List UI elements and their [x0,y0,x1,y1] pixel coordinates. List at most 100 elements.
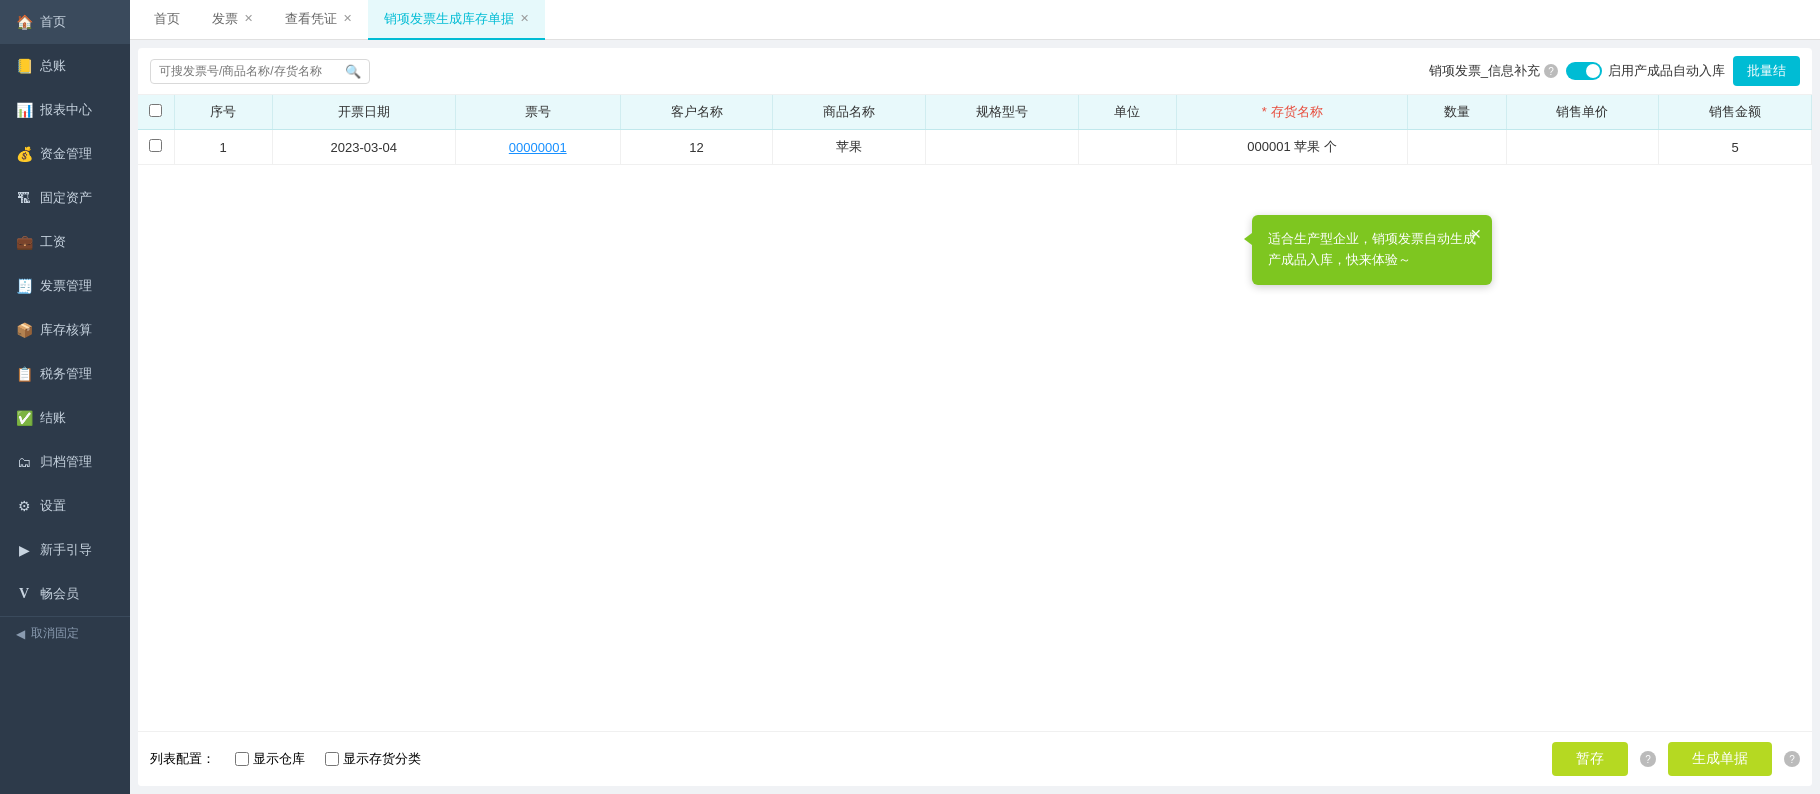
tab-return-invoice-close[interactable]: ✕ [520,12,529,25]
content-area: 🔍 销项发票_信息补充 ? 启用产成品自动入库 批量结 [138,48,1812,786]
th-number: 票号 [455,95,620,130]
tab-invoice[interactable]: 发票 ✕ [196,0,269,40]
generate-help-icon[interactable]: ? [1784,751,1800,767]
tab-invoice-label: 发票 [212,10,238,28]
table-header-row: 序号 开票日期 票号 客户名称 商品名称 规格型号 单位 * 存货名称 数量 销… [138,95,1812,130]
labor-icon: 💼 [16,234,32,250]
sidebar-item-invoice-management[interactable]: 🧾 发票管理 [0,264,130,308]
sidebar-item-inventory[interactable]: 📦 库存核算 [0,308,130,352]
assets-icon: 🏗 [16,190,32,206]
pin-bar[interactable]: ◀ 取消固定 [0,616,130,650]
tooltip-close-button[interactable]: ✕ [1470,223,1482,245]
th-customer: 客户名称 [620,95,773,130]
save-help-icon[interactable]: ? [1640,751,1656,767]
th-amount: 销售金额 [1659,95,1812,130]
settlement-icon: ✅ [16,410,32,426]
ledger-icon: 📒 [16,58,32,74]
tab-voucher[interactable]: 查看凭证 ✕ [269,0,368,40]
pin-icon: ◀ [16,627,25,641]
td-spec [926,130,1079,165]
th-spec: 规格型号 [926,95,1079,130]
sidebar: 🏠 首页 📒 总账 📊 报表中心 💰 资金管理 🏗 固定资产 💼 工资 🧾 发票… [0,0,130,794]
sidebar-item-report-center[interactable]: 📊 报表中心 [0,88,130,132]
sidebar-item-tax-management[interactable]: 📋 税务管理 [0,352,130,396]
sidebar-item-fixed-assets[interactable]: 🏗 固定资产 [0,176,130,220]
td-checkbox [138,130,174,165]
td-product: 苹果 [773,130,926,165]
row-checkbox[interactable] [149,139,162,152]
show-category-label: 显示存货分类 [343,750,421,768]
tab-voucher-close[interactable]: ✕ [343,12,352,25]
tab-home[interactable]: 首页 [138,0,196,40]
archive-icon: 🗂 [16,454,32,470]
auto-warehouse-toggle[interactable] [1566,62,1602,80]
tab-bar: 首页 发票 ✕ 查看凭证 ✕ 销项发票生成库存单据 ✕ [130,0,1820,40]
show-category-checkbox[interactable] [325,752,339,766]
sidebar-item-settlement[interactable]: ✅ 结账 [0,396,130,440]
generate-button[interactable]: 生成单据 [1668,742,1772,776]
search-input[interactable] [159,64,345,78]
show-warehouse-checkbox[interactable] [235,752,249,766]
footer-actions: 暂存 ? 生成单据 ? [1552,742,1800,776]
tooltip-text: 适合生产型企业，销项发票自动生成产成品入库，快来体验～ [1268,231,1476,267]
tab-return-invoice[interactable]: 销项发票生成库存单据 ✕ [368,0,545,40]
data-table: 序号 开票日期 票号 客户名称 商品名称 规格型号 单位 * 存货名称 数量 销… [138,95,1812,165]
save-button[interactable]: 暂存 [1552,742,1628,776]
show-category-wrapper: 显示存货分类 [325,750,421,768]
td-date: 2023-03-04 [272,130,455,165]
sidebar-item-settings[interactable]: ⚙ 设置 [0,484,130,528]
info-label-text: 销项发票_信息补充 [1429,62,1540,80]
th-date: 开票日期 [272,95,455,130]
td-amount: 5 [1659,130,1812,165]
th-checkbox [138,95,174,130]
td-unit-price [1506,130,1659,165]
show-warehouse-wrapper: 显示仓库 [235,750,305,768]
th-product: 商品名称 [773,95,926,130]
sidebar-item-labor[interactable]: 💼 工资 [0,220,130,264]
sidebar-item-label: 设置 [40,497,66,515]
toggle-knob [1586,64,1600,78]
tooltip-popover: ✕ 适合生产型企业，销项发票自动生成产成品入库，快来体验～ [1252,215,1492,285]
gear-icon: ⚙ [16,498,32,514]
sidebar-item-label: 报表中心 [40,101,92,119]
home-icon: 🏠 [16,14,32,30]
td-unit [1078,130,1176,165]
tab-return-invoice-label: 销项发票生成库存单据 [384,10,514,28]
table-row: 1 2023-03-04 00000001 12 苹果 000001 苹果 个 … [138,130,1812,165]
tab-voucher-label: 查看凭证 [285,10,337,28]
toggle-label: 启用产成品自动入库 [1608,62,1725,80]
tax-icon: 📋 [16,366,32,382]
config-label: 列表配置： [150,750,215,768]
tab-invoice-close[interactable]: ✕ [244,12,253,25]
th-unit: 单位 [1078,95,1176,130]
sidebar-item-general-ledger[interactable]: 📒 总账 [0,44,130,88]
sidebar-item-label: 库存核算 [40,321,92,339]
sidebar-item-home[interactable]: 🏠 首页 [0,0,130,44]
info-icon[interactable]: ? [1544,64,1558,78]
sidebar-item-archive[interactable]: 🗂 归档管理 [0,440,130,484]
sidebar-item-label: 固定资产 [40,189,92,207]
sidebar-item-label: 畅会员 [40,585,79,603]
search-icon: 🔍 [345,64,361,79]
pin-label: 取消固定 [31,625,79,642]
invoice-icon: 🧾 [16,278,32,294]
sidebar-item-vip[interactable]: V 畅会员 [0,572,130,616]
table-wrapper: 序号 开票日期 票号 客户名称 商品名称 规格型号 单位 * 存货名称 数量 销… [138,95,1812,731]
search-wrapper[interactable]: 🔍 [150,59,370,84]
batch-button[interactable]: 批量结 [1733,56,1800,86]
sidebar-item-label: 税务管理 [40,365,92,383]
sidebar-item-label: 发票管理 [40,277,92,295]
sidebar-item-label: 新手引导 [40,541,92,559]
td-number[interactable]: 00000001 [455,130,620,165]
toggle-wrapper: 启用产成品自动入库 [1566,62,1725,80]
th-unit-price: 销售单价 [1506,95,1659,130]
sidebar-item-label: 工资 [40,233,66,251]
th-qty: 数量 [1408,95,1506,130]
td-inventory: 000001 苹果 个 [1177,130,1408,165]
sidebar-item-guide[interactable]: ▶ 新手引导 [0,528,130,572]
sidebar-item-label: 总账 [40,57,66,75]
sidebar-item-label: 归档管理 [40,453,92,471]
sidebar-item-fund-management[interactable]: 💰 资金管理 [0,132,130,176]
sidebar-item-label: 首页 [40,13,66,31]
select-all-checkbox[interactable] [149,104,162,117]
